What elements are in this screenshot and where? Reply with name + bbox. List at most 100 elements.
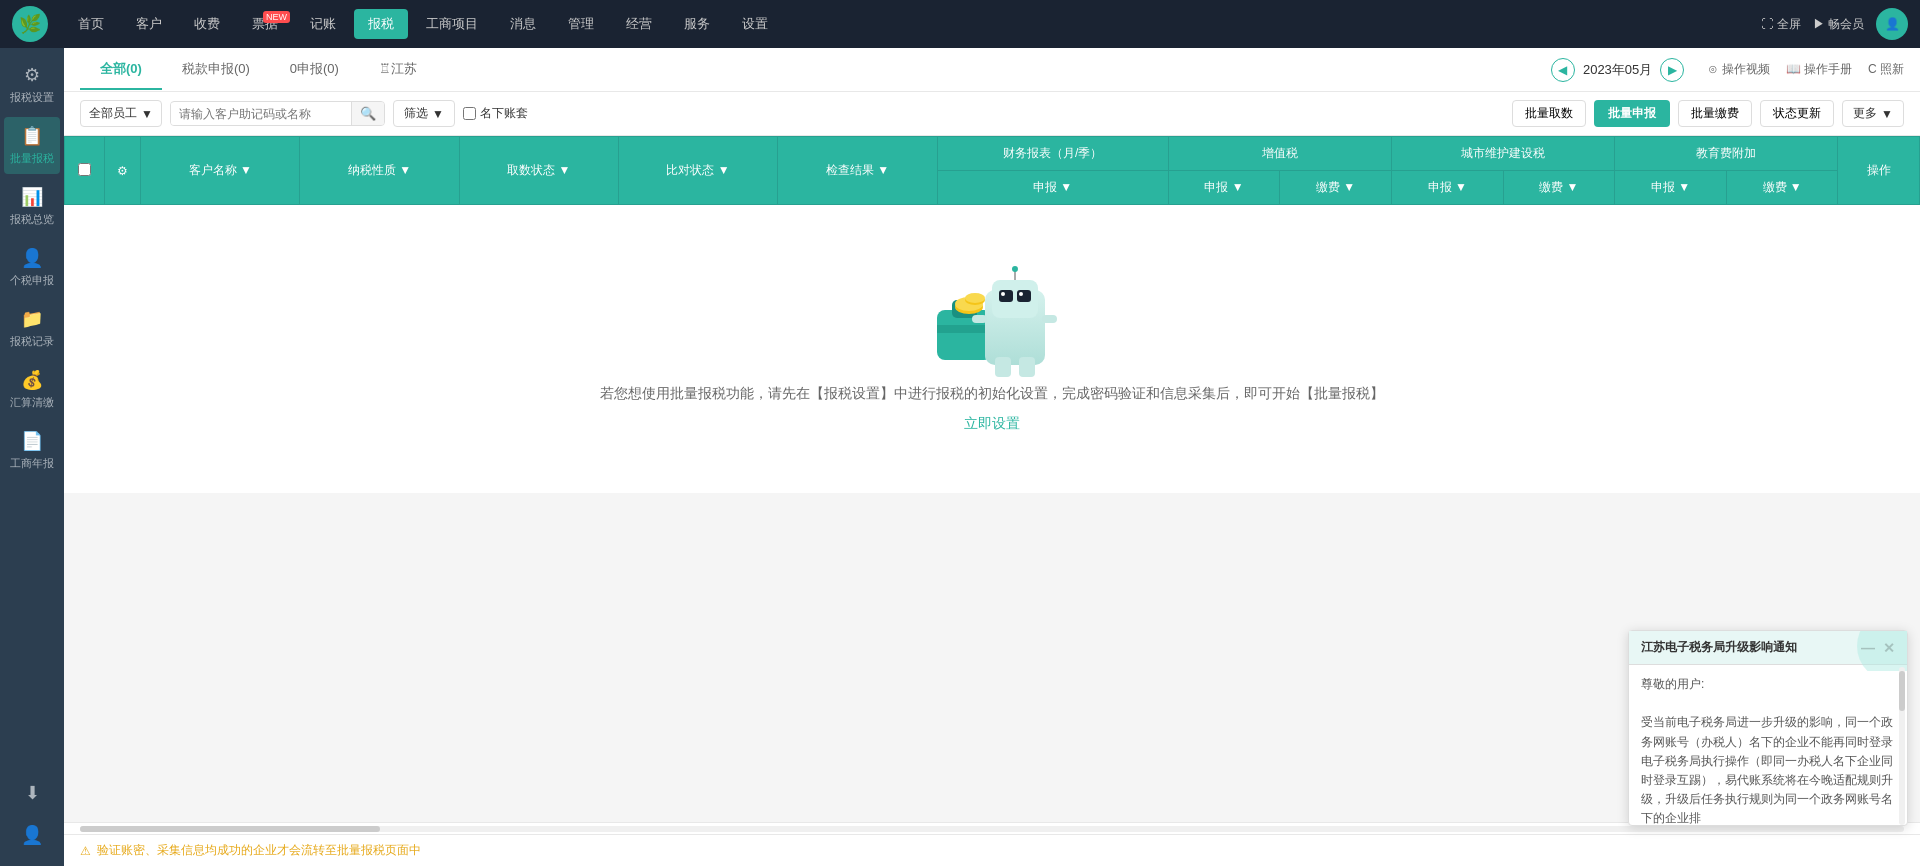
svg-point-15 <box>1012 266 1018 272</box>
scroll-thumb[interactable] <box>80 826 380 832</box>
table-subheader-edu-pay: 缴费 ▼ <box>1726 171 1838 205</box>
batch-fetch-button[interactable]: 批量取数 <box>1512 100 1586 127</box>
sidebar-label-personal-tax: 个税申报 <box>10 273 54 288</box>
sidebar-label-tax-records: 报税记录 <box>10 334 54 349</box>
user-profile-icon: 👤 <box>21 824 43 846</box>
app-logo[interactable]: 🌿 <box>12 6 48 42</box>
nav-home[interactable]: 首页 <box>64 9 118 39</box>
tab-all[interactable]: 全部(0) <box>80 50 162 90</box>
sidebar-item-tax-settle[interactable]: 💰 汇算清缴 <box>4 361 60 418</box>
sidebar-bottom: ⬇ 👤 <box>4 774 60 854</box>
svg-rect-10 <box>999 290 1013 302</box>
table-header-operation: 操作 <box>1838 137 1920 205</box>
more-label: 更多 <box>1853 105 1877 122</box>
empty-message: 若您想使用批量报税功能，请先在【报税设置】中进行报税的初始化设置，完成密码验证和… <box>600 385 1384 403</box>
svg-rect-17 <box>1042 315 1057 323</box>
notification-scrollbar-thumb[interactable] <box>1899 671 1905 711</box>
fullscreen-btn[interactable]: ⛶ 全屏 <box>1761 16 1800 33</box>
sidebar-item-tax-records[interactable]: 📁 报税记录 <box>4 300 60 357</box>
notification-scrollbar[interactable] <box>1899 667 1905 825</box>
notification-corner-decoration <box>1847 631 1907 671</box>
tab-bar: 全部(0) 税款申报(0) 0申报(0) ♖江苏 ◀ 2023年05月 ▶ ⊙ … <box>64 48 1920 92</box>
sidebar-item-tax-overview[interactable]: 📊 报税总览 <box>4 178 60 235</box>
svg-rect-12 <box>1001 292 1005 296</box>
table-header-education-tax: 教育费附加 <box>1615 137 1838 171</box>
tab-tax-declare[interactable]: 税款申报(0) <box>162 50 270 90</box>
employee-select-label: 全部员工 <box>89 105 137 122</box>
filter-button[interactable]: 筛选 ▼ <box>393 100 455 127</box>
tax-settle-icon: 💰 <box>21 369 43 391</box>
search-button[interactable]: 🔍 <box>351 102 384 125</box>
operation-manual-btn[interactable]: 📖 操作手册 <box>1786 61 1852 78</box>
member-btn[interactable]: ▶ 畅会员 <box>1813 16 1864 33</box>
status-update-button[interactable]: 状态更新 <box>1760 100 1834 127</box>
bottom-bar: ⚠ 验证账密、采集信息均成功的企业才会流转至批量报税页面中 <box>64 834 1920 866</box>
table-header-financial-report: 财务报表（月/季） <box>937 137 1168 171</box>
tab-zero-declare[interactable]: 0申报(0) <box>270 50 359 90</box>
nav-customer[interactable]: 客户 <box>122 9 176 39</box>
svg-rect-19 <box>1019 357 1035 377</box>
sidebar-item-annual-report[interactable]: 📄 工商年报 <box>4 422 60 479</box>
month-navigation: ◀ 2023年05月 ▶ <box>1551 58 1684 82</box>
batch-declare-button[interactable]: 批量申报 <box>1594 100 1670 127</box>
sidebar-label-tax-settle: 汇算清缴 <box>10 395 54 410</box>
sidebar-item-download[interactable]: ⬇ <box>4 774 60 812</box>
nav-message[interactable]: 消息 <box>496 9 550 39</box>
svg-rect-18 <box>995 357 1011 377</box>
notification-title: 江苏电子税务局升级影响通知 <box>1641 639 1797 656</box>
table-subheader-vat-declare: 申报 ▼ <box>1168 171 1280 205</box>
filter-label: 筛选 <box>404 105 428 122</box>
svg-rect-11 <box>1017 290 1031 302</box>
tab-region[interactable]: ♖江苏 <box>359 50 437 90</box>
tax-overview-icon: 📊 <box>21 186 43 208</box>
sidebar-item-personal-tax[interactable]: 👤 个税申报 <box>4 239 60 296</box>
nav-settings[interactable]: 设置 <box>728 9 782 39</box>
scroll-track <box>80 826 1904 832</box>
svg-rect-9 <box>992 280 1038 318</box>
table-header-city-tax: 城市维护建设税 <box>1391 137 1614 171</box>
download-icon: ⬇ <box>25 782 40 804</box>
sub-account-checkbox[interactable] <box>463 107 476 120</box>
tab-right-actions: ⊙ 操作视频 📖 操作手册 C 照新 <box>1708 61 1904 78</box>
sidebar-label-tax-settings: 报税设置 <box>10 90 54 105</box>
left-sidebar: ⚙ 报税设置 📋 批量报税 📊 报税总览 👤 个税申报 📁 报税记录 💰 汇算清… <box>0 48 64 866</box>
batch-pay-button[interactable]: 批量缴费 <box>1678 100 1752 127</box>
employee-select[interactable]: 全部员工 ▼ <box>80 100 162 127</box>
chevron-down-icon: ▼ <box>141 107 153 121</box>
nav-bookkeeping[interactable]: 记账 <box>296 9 350 39</box>
sidebar-item-batch-tax[interactable]: 📋 批量报税 <box>4 117 60 174</box>
new-badge: NEW <box>263 11 290 23</box>
svg-point-6 <box>965 293 985 303</box>
table-subheader-city-declare: 申报 ▼ <box>1391 171 1503 205</box>
more-button[interactable]: 更多 ▼ <box>1842 100 1904 127</box>
nav-service[interactable]: 服务 <box>670 9 724 39</box>
table-subheader-financial-declare: 申报 ▼ <box>937 171 1168 205</box>
search-input[interactable] <box>171 103 351 125</box>
nav-invoice[interactable]: 票据 NEW <box>238 9 292 39</box>
select-all-checkbox[interactable] <box>78 163 91 176</box>
nav-operation[interactable]: 经营 <box>612 9 666 39</box>
current-month: 2023年05月 <box>1583 61 1652 79</box>
user-avatar[interactable]: 👤 <box>1876 8 1908 40</box>
sub-account-label: 名下账套 <box>480 105 528 122</box>
nav-fee[interactable]: 收费 <box>180 9 234 39</box>
next-month-button[interactable]: ▶ <box>1660 58 1684 82</box>
operation-video-btn[interactable]: ⊙ 操作视频 <box>1708 61 1769 78</box>
table-header-fetch-status: 取数状态 ▼ <box>459 137 618 205</box>
prev-month-button[interactable]: ◀ <box>1551 58 1575 82</box>
sub-account-checkbox-label[interactable]: 名下账套 <box>463 105 528 122</box>
refresh-btn[interactable]: C 照新 <box>1868 61 1904 78</box>
nav-business[interactable]: 工商项目 <box>412 9 492 39</box>
setup-link[interactable]: 立即设置 <box>964 415 1020 433</box>
warning-icon: ⚠ <box>80 844 91 858</box>
search-wrapper: 🔍 <box>170 101 385 126</box>
nav-manage[interactable]: 管理 <box>554 9 608 39</box>
notification-popup: 江苏电子税务局升级影响通知 — ✕ 尊敬的用户: 受当前电子税务局进一步升级的影… <box>1628 630 1908 826</box>
nav-tax[interactable]: 报税 <box>354 9 408 39</box>
tax-records-icon: 📁 <box>21 308 43 330</box>
data-table: ⚙ 客户名称 ▼ 纳税性质 ▼ 取数状态 ▼ 比对状态 ▼ 检查结果 ▼ <box>64 136 1920 493</box>
sidebar-item-tax-settings[interactable]: ⚙ 报税设置 <box>4 56 60 113</box>
nav-right-actions: ⛶ 全屏 ▶ 畅会员 👤 <box>1761 8 1908 40</box>
sidebar-item-user-profile[interactable]: 👤 <box>4 816 60 854</box>
notification-text: 尊敬的用户: 受当前电子税务局进一步升级的影响，同一个政务网账号（办税人）名下的… <box>1641 675 1895 825</box>
